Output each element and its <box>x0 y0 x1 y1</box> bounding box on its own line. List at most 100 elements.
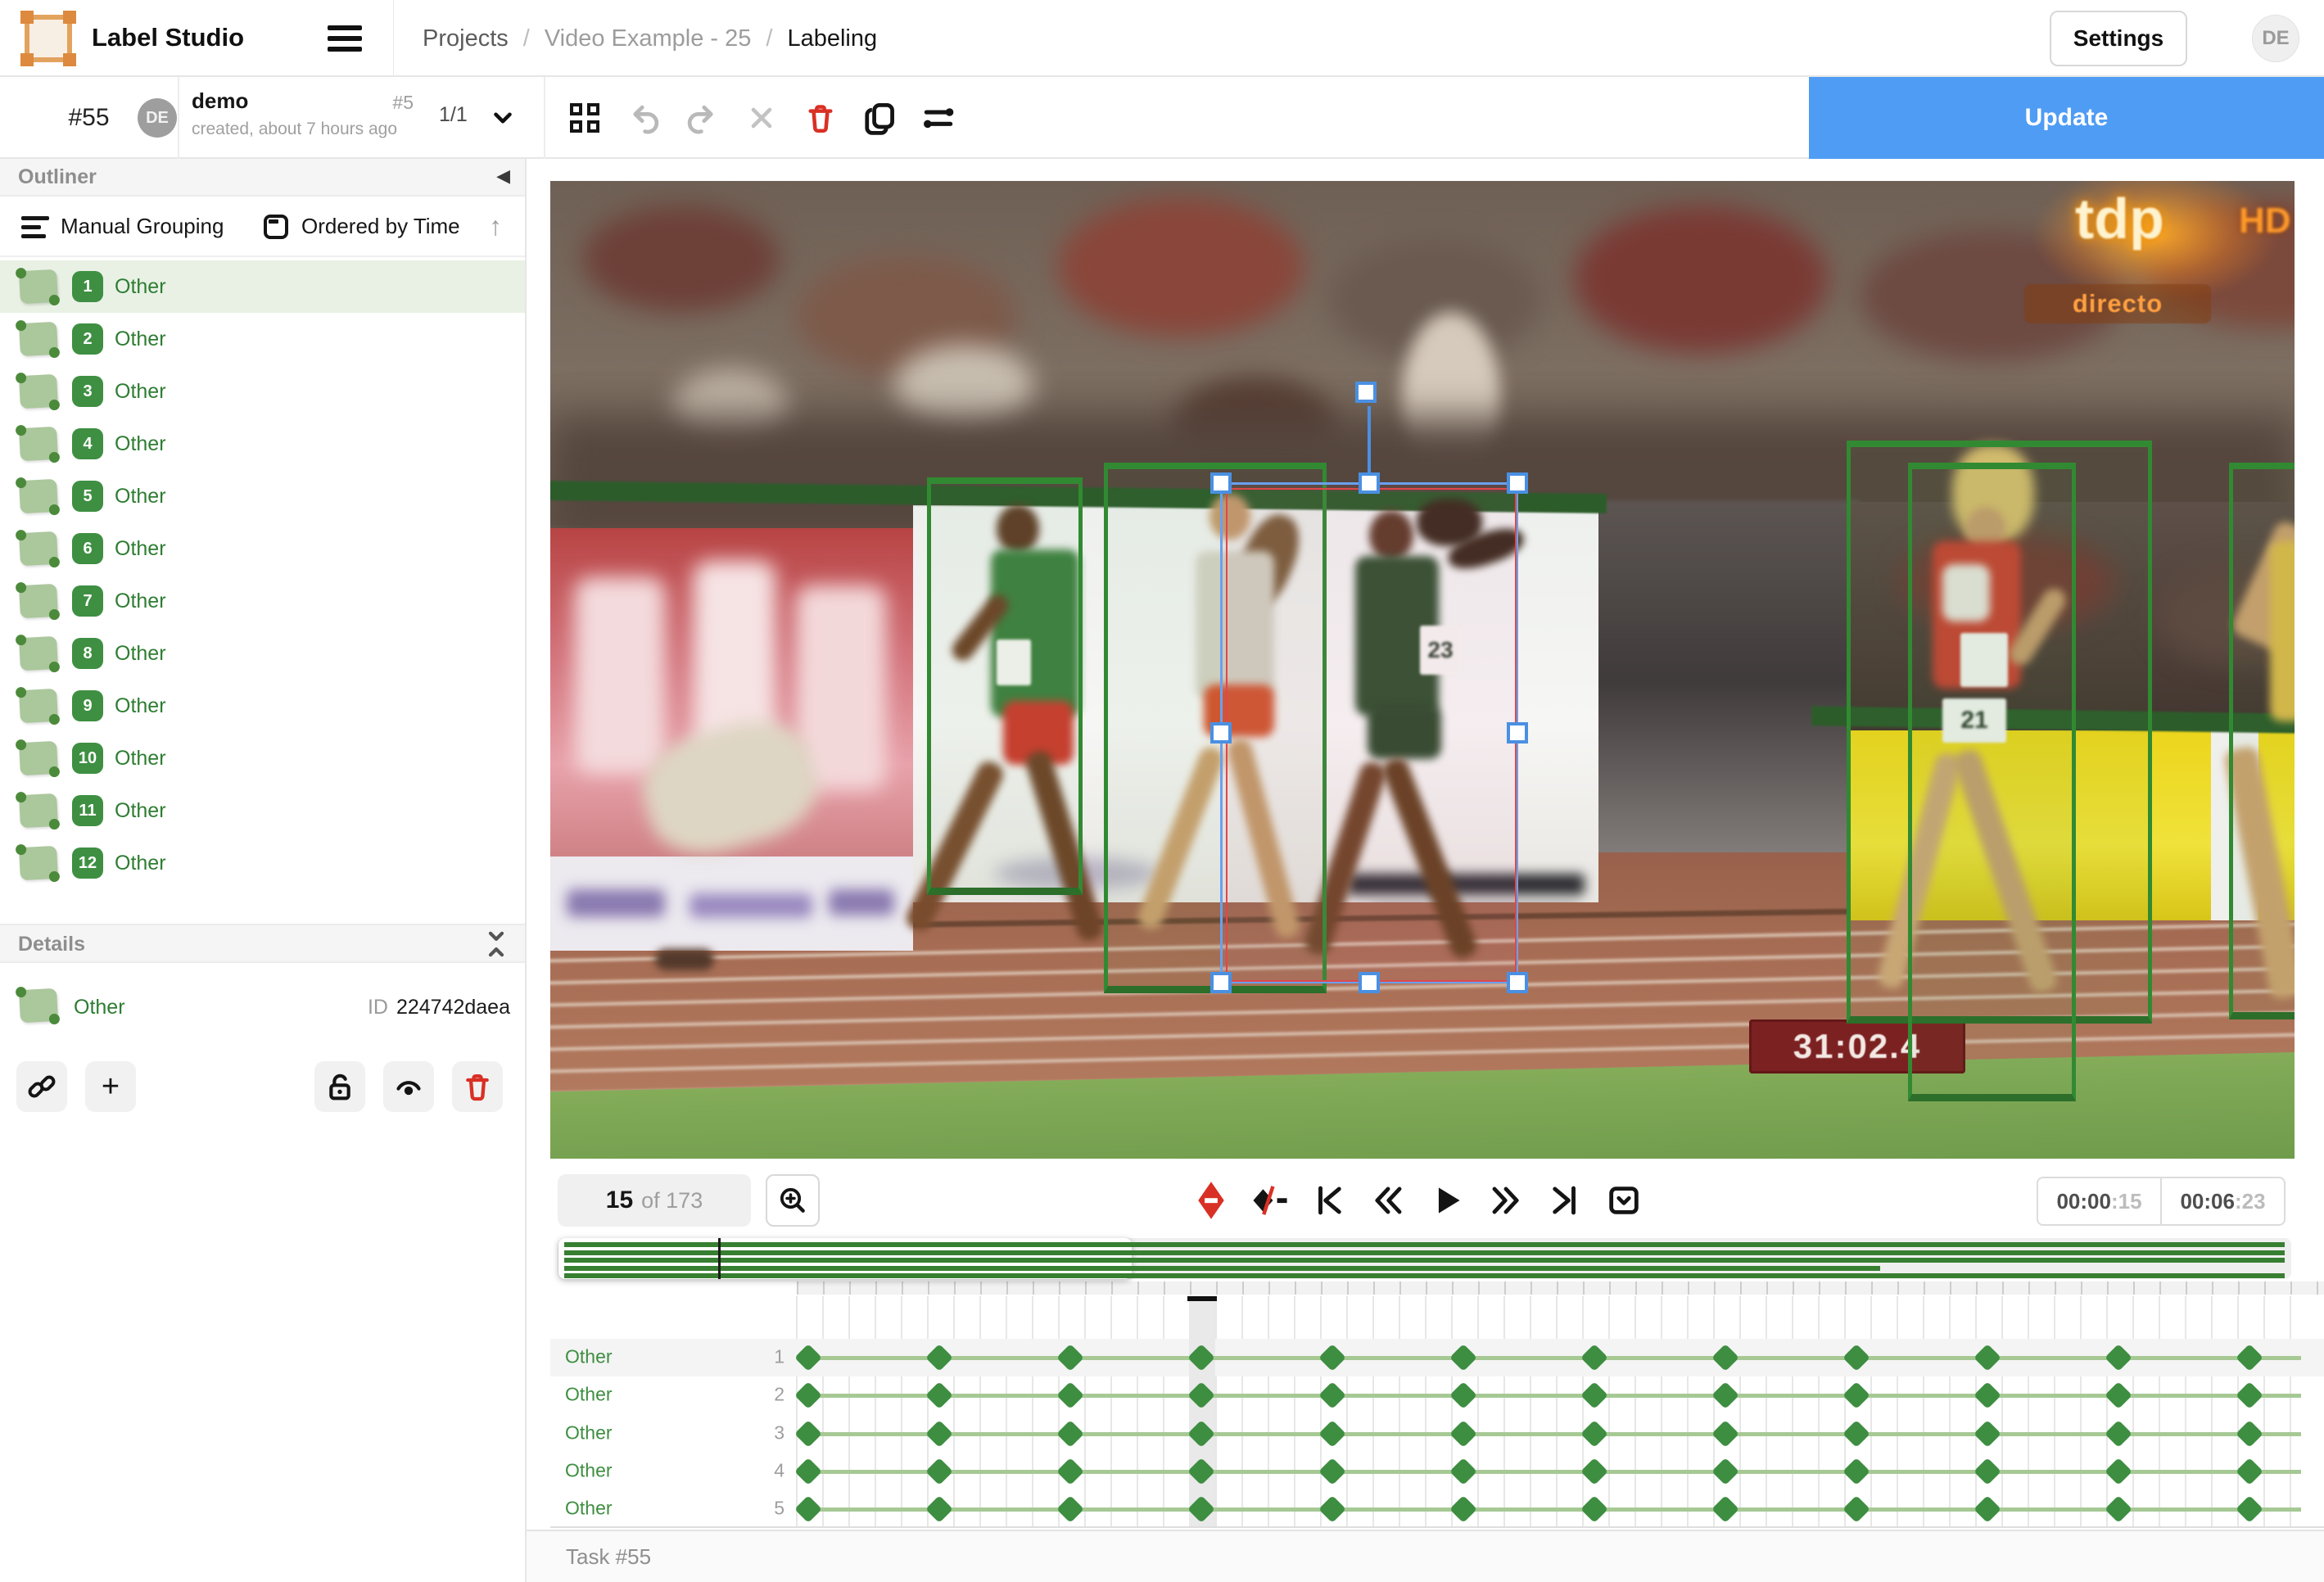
keyframe-diamond[interactable] <box>1974 1457 2001 1485</box>
keyframe-diamond[interactable] <box>1318 1381 1346 1410</box>
keyframe-diamond[interactable] <box>1580 1457 1608 1485</box>
keyframe-diamond[interactable] <box>1580 1419 1608 1448</box>
region-bbox-1[interactable] <box>927 477 1083 895</box>
hide-region-eye-button[interactable] <box>383 1061 434 1112</box>
timeline-row[interactable]: Other 2 <box>550 1376 2324 1414</box>
resize-handle-nw[interactable] <box>1210 472 1232 494</box>
step-forward-icon[interactable] <box>1486 1177 1526 1223</box>
hamburger-menu-icon[interactable] <box>328 25 362 52</box>
timeline-overview-bar[interactable] <box>558 1238 2291 1279</box>
keyframe-diamond[interactable] <box>1974 1381 2001 1410</box>
collapse-panel-icon[interactable]: ◀ <box>496 165 510 187</box>
annotator-avatar[interactable]: DE <box>138 98 177 138</box>
skip-to-start-icon[interactable] <box>1309 1177 1349 1223</box>
keyframe-diamond[interactable] <box>1187 1344 1215 1372</box>
keyframe-diamond[interactable] <box>1449 1381 1477 1410</box>
keyframe-grid[interactable]: Other 1 Other 2 Other 3 Other 4 Other 5 <box>550 1296 2324 1528</box>
breadcrumb-item[interactable]: Labeling <box>787 25 877 52</box>
keyframe-diamond[interactable] <box>1974 1344 2001 1372</box>
keyframe-diamond[interactable] <box>1318 1494 1346 1523</box>
outliner-region-row[interactable]: 10 Other <box>0 732 525 784</box>
keyframe-diamond[interactable] <box>1318 1419 1346 1448</box>
resize-handle-s[interactable] <box>1359 972 1380 993</box>
outliner-region-row[interactable]: 9 Other <box>0 680 525 732</box>
frame-ruler[interactable] <box>797 1281 2324 1295</box>
keyframe-diamond[interactable] <box>1842 1344 1870 1372</box>
outliner-region-row[interactable]: 11 Other <box>0 784 525 837</box>
toggle-interpolation-icon[interactable] <box>1250 1177 1290 1223</box>
keyframe-diamond[interactable] <box>1449 1344 1477 1372</box>
keyframe-diamond[interactable] <box>1056 1419 1084 1448</box>
keyframe-diamond[interactable] <box>1711 1419 1739 1448</box>
keyframe-diamond[interactable] <box>1449 1494 1477 1523</box>
keyframe-diamond[interactable] <box>1711 1457 1739 1485</box>
label-studio-logo-icon[interactable] <box>20 11 76 66</box>
keyframe-diamond[interactable] <box>1711 1494 1739 1523</box>
remove-keyframe-icon[interactable] <box>1191 1177 1231 1223</box>
keyframe-diamond[interactable] <box>1580 1381 1608 1410</box>
keyframe-diamond[interactable] <box>1842 1381 1870 1410</box>
keyframe-diamond[interactable] <box>2236 1457 2263 1485</box>
collapse-details-icon[interactable] <box>479 927 513 961</box>
keyframe-diamond[interactable] <box>1187 1381 1215 1410</box>
keyframe-diamond[interactable] <box>2236 1419 2263 1448</box>
ordering-button[interactable]: Ordered by Time <box>301 214 460 239</box>
keyframe-diamond[interactable] <box>1974 1419 2001 1448</box>
grouping-button[interactable]: Manual Grouping <box>61 214 224 239</box>
keyframe-diamond[interactable] <box>2236 1344 2263 1372</box>
skip-to-end-icon[interactable] <box>1545 1177 1585 1223</box>
keyframe-diamond[interactable] <box>794 1344 822 1372</box>
chevron-down-icon[interactable] <box>485 98 521 138</box>
timeline-row[interactable]: Other 1 <box>550 1339 2324 1376</box>
resize-handle-se[interactable] <box>1507 972 1528 993</box>
add-relation-button[interactable]: + <box>85 1061 136 1112</box>
video-canvas[interactable]: 23 21 31:02.4 tdp HD directo <box>550 181 2295 1159</box>
outliner-region-row[interactable]: 8 Other <box>0 627 525 680</box>
timeline-row-label[interactable]: Other <box>565 1384 613 1406</box>
region-bbox-6[interactable] <box>2229 463 2295 1019</box>
timeline-row[interactable]: Other 4 <box>550 1453 2324 1490</box>
timeline-row-label[interactable]: Other <box>565 1346 613 1368</box>
view-all-grid-icon[interactable] <box>567 100 603 136</box>
step-backward-icon[interactable] <box>1368 1177 1408 1223</box>
resize-handle-sw[interactable] <box>1210 972 1232 993</box>
keyframe-diamond[interactable] <box>1580 1494 1608 1523</box>
reject-x-icon[interactable] <box>744 100 780 136</box>
keyframe-diamond[interactable] <box>1580 1344 1608 1372</box>
collapse-timeline-icon[interactable] <box>1604 1177 1644 1223</box>
sort-ascending-icon[interactable]: ↑ <box>489 211 502 242</box>
keyframe-diamond[interactable] <box>1842 1419 1870 1448</box>
settings-button[interactable]: Settings <box>2050 11 2187 66</box>
rotation-handle[interactable] <box>1355 382 1377 403</box>
keyframe-diamond[interactable] <box>794 1419 822 1448</box>
selected-region-row[interactable]: Other ID 224742daea <box>0 963 525 1053</box>
keyframe-diamond[interactable] <box>794 1494 822 1523</box>
keyframe-diamond[interactable] <box>2105 1494 2132 1523</box>
duplicate-copy-icon[interactable] <box>861 100 897 136</box>
timeline-row-label[interactable]: Other <box>565 1459 613 1481</box>
keyframe-diamond[interactable] <box>1842 1494 1870 1523</box>
settings-sliders-icon[interactable] <box>920 100 956 136</box>
keyframe-diamond[interactable] <box>1711 1381 1739 1410</box>
keyframe-diamond[interactable] <box>2105 1344 2132 1372</box>
keyframe-diamond[interactable] <box>1056 1381 1084 1410</box>
region-bbox-5[interactable] <box>1908 463 2076 1101</box>
frame-counter[interactable]: 15 of 173 <box>558 1174 751 1227</box>
keyframe-diamond[interactable] <box>1449 1457 1477 1485</box>
resize-handle-ne[interactable] <box>1507 472 1528 494</box>
delete-annotation-trash-icon[interactable] <box>803 100 839 136</box>
playhead-cursor[interactable] <box>718 1238 721 1279</box>
outliner-region-row[interactable]: 1 Other <box>0 260 525 313</box>
resize-handle-w[interactable] <box>1210 722 1232 744</box>
keyframe-diamond[interactable] <box>2105 1381 2132 1410</box>
keyframe-diamond[interactable] <box>925 1494 953 1523</box>
timeline-row[interactable]: Other 5 <box>550 1490 2324 1526</box>
keyframe-diamond[interactable] <box>2105 1457 2132 1485</box>
zoom-magnifier-button[interactable] <box>766 1174 820 1227</box>
keyframe-diamond[interactable] <box>1318 1457 1346 1485</box>
keyframe-diamond[interactable] <box>925 1344 953 1372</box>
outliner-region-row[interactable]: 3 Other <box>0 365 525 418</box>
breadcrumb-item[interactable]: Video Example - 25 <box>545 25 752 52</box>
resize-handle-e[interactable] <box>1507 722 1528 744</box>
keyframe-diamond[interactable] <box>1842 1457 1870 1485</box>
